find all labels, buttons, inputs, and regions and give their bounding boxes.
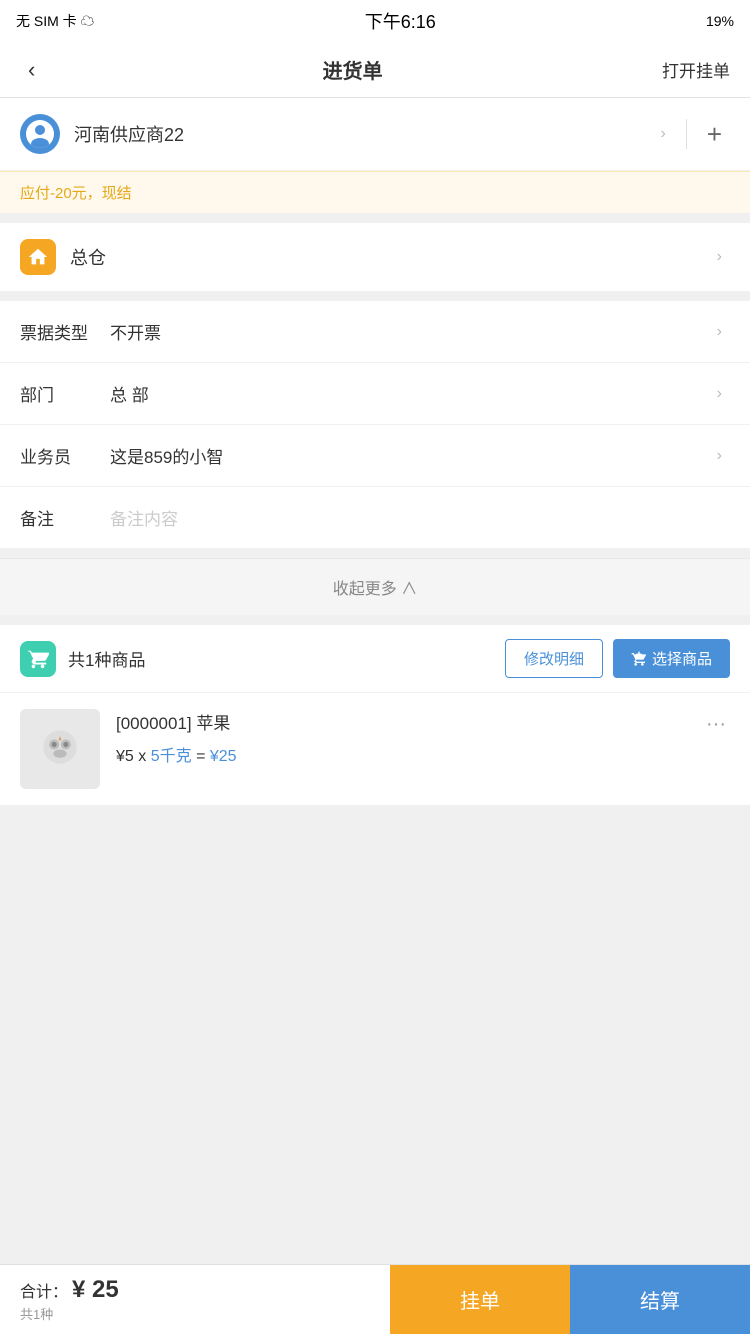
bottom-bar: 合计： ¥ 25 共1种 挂单 结算: [0, 1264, 750, 1334]
total-count: 共1种: [20, 1304, 370, 1323]
remark-input[interactable]: 备注内容: [100, 505, 730, 530]
invoice-row[interactable]: 票据类型 不开票 ›: [0, 301, 750, 363]
product-section: 共1种商品 修改明细 选择商品: [0, 625, 750, 805]
cart-add-icon: [631, 651, 647, 667]
content: 河南供应商22 › + 应付-20元，现结 总仓 › 票据类型 不开票 ›: [0, 98, 750, 895]
product-placeholder-icon: [35, 722, 85, 777]
total-label: 合计：: [20, 1278, 68, 1302]
dept-chevron-icon: ›: [717, 385, 722, 403]
product-thumbnail: [20, 709, 100, 789]
status-right: 19%: [706, 13, 734, 29]
price-multiply: x: [138, 748, 150, 765]
product-info: [0000001] 苹果 ¥5 x 5千克 = ¥25: [116, 709, 702, 766]
invoice-chevron-icon: ›: [717, 323, 722, 341]
warehouse-name: 总仓: [70, 244, 717, 270]
status-left: 无 SIM 卡 ☁: [16, 11, 95, 31]
back-button[interactable]: ‹: [20, 49, 43, 91]
remark-row[interactable]: 备注 备注内容: [0, 487, 750, 548]
total-section: 合计： ¥ 25 共1种: [0, 1276, 390, 1323]
price-equals: =: [196, 748, 210, 765]
product-quantity: 5千克: [151, 748, 192, 765]
sales-row[interactable]: 业务员 这是859的小智 ›: [0, 425, 750, 487]
nav-bar: ‹ 进货单 打开挂单: [0, 42, 750, 98]
owl-icon: [35, 722, 85, 772]
warehouse-row[interactable]: 总仓 ›: [0, 223, 750, 291]
dept-value: 总 部: [100, 381, 717, 406]
page-title: 进货单: [323, 55, 383, 84]
add-button[interactable]: +: [699, 115, 730, 154]
cart-icon: [27, 648, 49, 670]
invoice-value: 不开票: [100, 319, 717, 344]
collapse-label: 收起更多 ∧: [333, 581, 417, 598]
product-more-button[interactable]: ···: [702, 709, 730, 740]
total-number: ¥ 25: [72, 1276, 119, 1304]
price-value: ¥5: [116, 748, 134, 765]
product-count-icon: [20, 641, 56, 677]
product-price: ¥5 x 5千克 = ¥25: [116, 742, 702, 766]
supplier-name: 河南供应商22: [74, 121, 660, 147]
total-amount: 合计： ¥ 25: [20, 1276, 370, 1304]
edit-detail-button[interactable]: 修改明细: [505, 639, 603, 678]
warehouse-card[interactable]: 总仓 ›: [0, 223, 750, 291]
product-title: 苹果: [196, 714, 230, 733]
notice-text: 应付-20元，现结: [20, 185, 132, 202]
open-hang-button[interactable]: 打开挂单: [662, 57, 730, 82]
notice-bar: 应付-20元，现结: [0, 171, 750, 213]
supplier-row[interactable]: 河南供应商22 › +: [0, 98, 750, 171]
dept-row[interactable]: 部门 总 部 ›: [0, 363, 750, 425]
select-product-button[interactable]: 选择商品: [613, 639, 730, 678]
product-item: [0000001] 苹果 ¥5 x 5千克 = ¥25 ···: [0, 693, 750, 805]
status-bar: 无 SIM 卡 ☁ 下午6:16 19%: [0, 0, 750, 42]
remark-label: 备注: [20, 505, 100, 530]
dept-label: 部门: [20, 381, 100, 406]
warehouse-icon: [20, 239, 56, 275]
supplier-avatar: [20, 114, 60, 154]
supplier-divider: [686, 119, 687, 149]
warehouse-chevron-icon: ›: [717, 248, 722, 266]
product-total: ¥25: [210, 748, 237, 765]
select-product-label: 选择商品: [652, 648, 712, 669]
form-card: 票据类型 不开票 › 部门 总 部 › 业务员 这是859的小智 › 备注 备注…: [0, 301, 750, 548]
product-header: 共1种商品 修改明细 选择商品: [0, 625, 750, 693]
sales-label: 业务员: [20, 443, 100, 468]
product-code: [0000001]: [116, 714, 192, 733]
product-count-text: 共1种商品: [68, 646, 505, 671]
supplier-card: 河南供应商22 › + 应付-20元，现结: [0, 98, 750, 213]
supplier-chevron-icon: ›: [660, 125, 665, 143]
collapse-bar[interactable]: 收起更多 ∧: [0, 558, 750, 615]
sales-value: 这是859的小智: [100, 443, 717, 468]
status-time: 下午6:16: [365, 8, 436, 34]
checkout-button[interactable]: 结算: [570, 1265, 750, 1334]
product-name: [0000001] 苹果: [116, 709, 702, 734]
hang-button[interactable]: 挂单: [390, 1265, 570, 1334]
invoice-label: 票据类型: [20, 319, 100, 344]
home-icon: [27, 246, 49, 268]
sales-chevron-icon: ›: [717, 447, 722, 465]
